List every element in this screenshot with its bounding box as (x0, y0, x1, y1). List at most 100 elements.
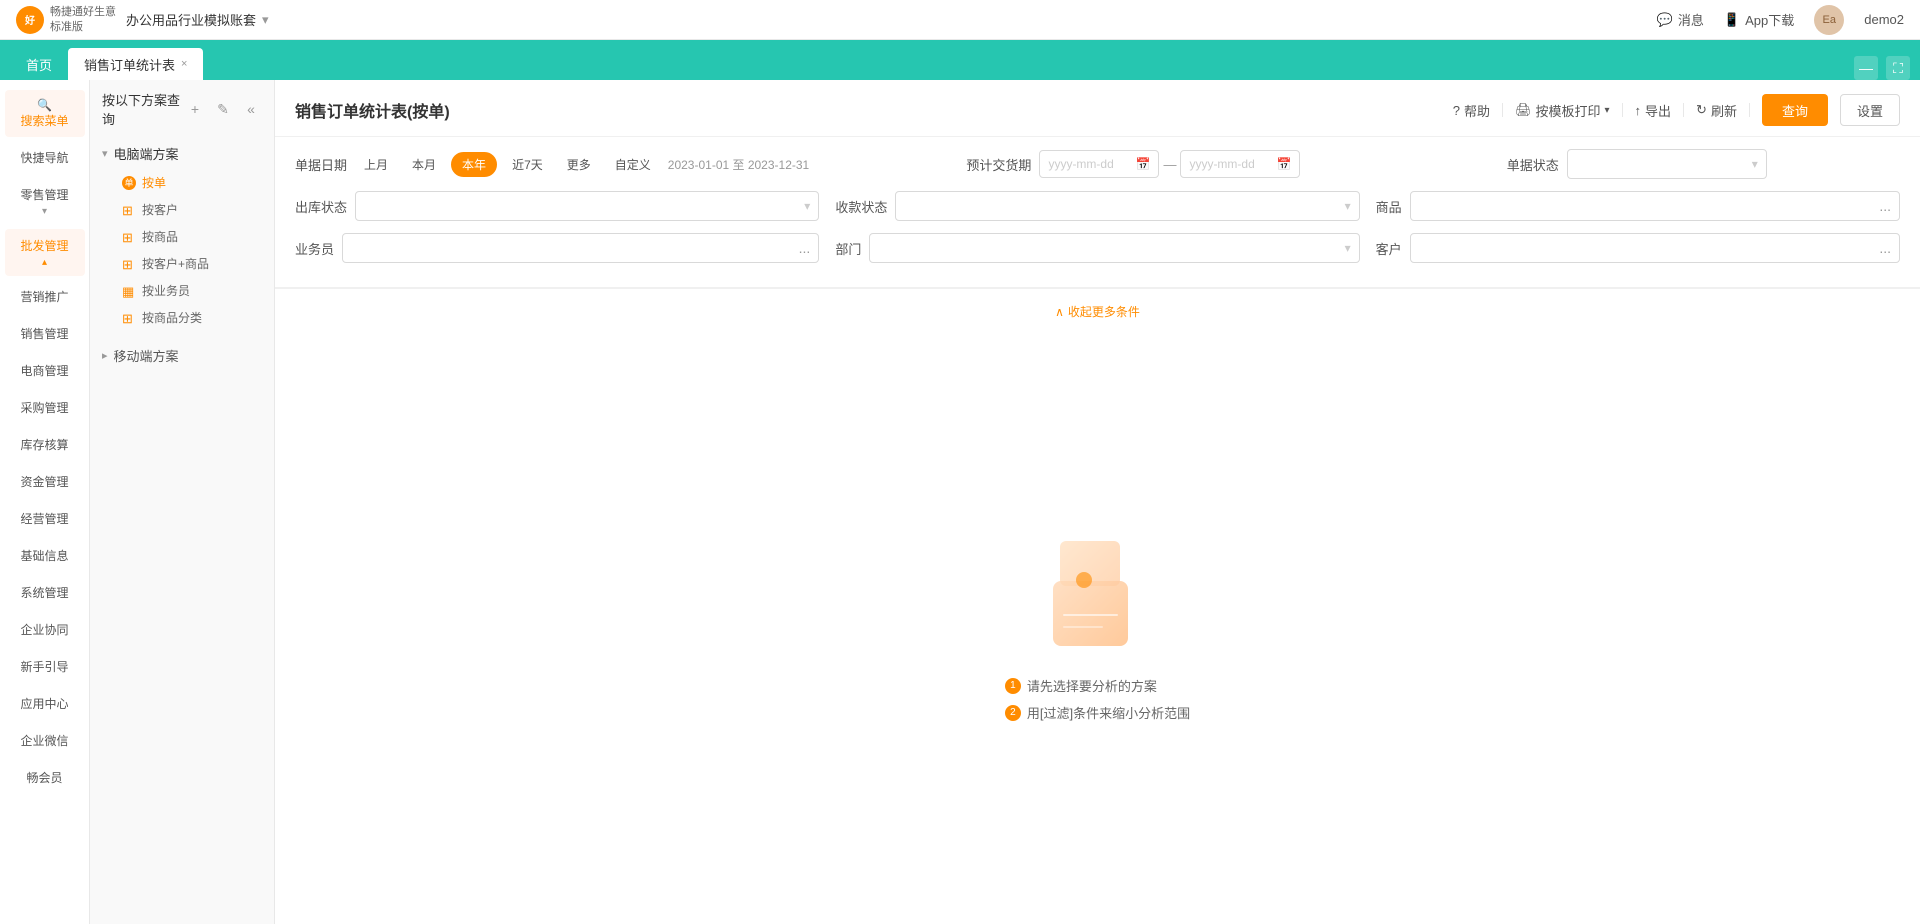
more-icon[interactable]: ... (799, 240, 811, 256)
sidebar-item-operations[interactable]: 经营管理 (5, 502, 85, 535)
bill-status-select[interactable]: ▾ (1567, 149, 1767, 179)
product-label: 商品 (1376, 197, 1402, 216)
tab-expand-button[interactable]: ⛶ (1886, 56, 1910, 80)
sidebar-item-quick-nav[interactable]: 快捷导航 (5, 141, 85, 174)
sidebar-item-enterprise-wechat[interactable]: 企业微信 (5, 724, 85, 757)
bill-status-group: 单据状态 ▾ (1507, 149, 1900, 179)
tree-item-by-order[interactable]: 单 按单 (110, 169, 274, 196)
edit-scheme-button[interactable]: ✎ (212, 98, 234, 120)
app-download-button[interactable]: 📱 App下载 (1724, 10, 1794, 29)
tree-item-by-cust-prod[interactable]: ⊞ 按客户+商品 (110, 250, 274, 277)
tab-close-icon[interactable]: × (181, 59, 187, 70)
hint-item-2: 2 用[过滤]条件来缩小分析范围 (1005, 703, 1190, 722)
tab-minimize-button[interactable]: — (1854, 56, 1878, 80)
print-button[interactable]: 🖨 按模板打印 ▾ (1515, 101, 1610, 120)
filter-row-1: 单据日期 上月 本月 本年 近7天 更多 自定义 2023-01-01 至 20… (295, 149, 1900, 179)
sidebar-item-base-info[interactable]: 基础信息 (5, 539, 85, 572)
calendar-icon: 📅 (1135, 157, 1150, 171)
sidebar-item-search-menu[interactable]: 🔍 搜索菜单 (5, 90, 85, 137)
customer-select[interactable]: ... (1410, 233, 1900, 263)
tree-parent-pc[interactable]: ▾ 电脑端方案 (90, 138, 274, 169)
sidebar-item-retail-mgmt[interactable]: 零售管理 ▾ (5, 178, 85, 225)
panel-actions: + ✎ « (184, 98, 262, 120)
tree-item-by-category[interactable]: ⊞ 按商品分类 (110, 304, 274, 331)
grid-icon: ⊞ (122, 230, 136, 244)
sidebar-item-enterprise[interactable]: 企业协同 (5, 613, 85, 646)
tab-home[interactable]: 首页 (10, 48, 68, 80)
chevron-down-icon: ▾ (102, 147, 108, 160)
tab-controls: — ⛶ (1854, 56, 1910, 80)
this-year-btn[interactable]: 本年 (451, 152, 497, 177)
salesman-select[interactable]: ... (342, 233, 819, 263)
expected-date-input-group: yyyy-mm-dd 📅 — yyyy-mm-dd 📅 (1039, 150, 1300, 178)
divider (1502, 103, 1503, 117)
help-button[interactable]: ? 帮助 (1453, 101, 1490, 120)
tree-item-by-product[interactable]: ⊞ 按商品 (110, 223, 274, 250)
sidebar-item-app-center[interactable]: 应用中心 (5, 687, 85, 720)
ship-status-select[interactable]: ▾ (355, 191, 819, 221)
sidebar-item-sales-mgmt[interactable]: 销售管理 (5, 317, 85, 350)
sidebar-item-inventory[interactable]: 库存核算 (5, 428, 85, 461)
tree-mobile-label[interactable]: ▸ 移动端方案 (102, 341, 262, 370)
header-left: 好 畅捷通好生意 标准版 办公用品行业模拟账套 ▾ (16, 5, 269, 34)
tab-bar: 首页 销售订单统计表 × — ⛶ (0, 40, 1920, 80)
expected-date-start[interactable]: yyyy-mm-dd 📅 (1039, 150, 1159, 178)
sidebar-item-new-guide[interactable]: 新手引导 (5, 650, 85, 683)
export-button[interactable]: ↑ 导出 (1635, 101, 1672, 120)
setting-button[interactable]: 设置 (1840, 94, 1900, 126)
refresh-icon: ↻ (1696, 102, 1707, 118)
payment-status-select[interactable]: ▾ (895, 191, 1359, 221)
message-button[interactable]: 💬 消息 (1657, 10, 1704, 29)
download-icon: 📱 (1724, 12, 1740, 28)
more-date-btn[interactable]: 更多 (558, 152, 600, 177)
sidebar-item-finance[interactable]: 资金管理 (5, 465, 85, 498)
this-month-btn[interactable]: 本月 (403, 152, 445, 177)
chevron-down-icon: ▾ (42, 206, 47, 217)
more-icon[interactable]: ... (1879, 240, 1891, 256)
salesman-group: 业务员 ... (295, 233, 819, 263)
sidebar-item-member[interactable]: 畅会员 (5, 761, 85, 794)
last7days-btn[interactable]: 近7天 (503, 152, 552, 177)
grid-icon: ⊞ (122, 311, 136, 325)
chevron-down-icon: ▾ (1752, 157, 1758, 171)
tree-item-by-customer[interactable]: ⊞ 按客户 (110, 196, 274, 223)
divider (1683, 103, 1684, 117)
sidebar: 🔍 搜索菜单 快捷导航 零售管理 ▾ 批发管理 ▴ 营销推广 销售管理 电商管理… (0, 80, 90, 924)
department-select[interactable]: ▾ (869, 233, 1359, 263)
expected-date-end[interactable]: yyyy-mm-dd 📅 (1180, 150, 1300, 178)
collapse-panel-button[interactable]: « (240, 98, 262, 120)
collapse-button[interactable]: ∧ 收起更多条件 (1049, 297, 1146, 326)
custom-date-btn[interactable]: 自定义 (606, 152, 660, 177)
last-month-btn[interactable]: 上月 (355, 152, 397, 177)
circle-icon: 单 (122, 176, 136, 190)
help-icon: ? (1453, 103, 1460, 118)
expected-date-group: 预计交货期 yyyy-mm-dd 📅 — yyyy-mm-dd 📅 (966, 150, 1490, 178)
ship-status-group: 出库状态 ▾ (295, 191, 819, 221)
bill-status-label: 单据状态 (1507, 155, 1559, 174)
tab-sales-order[interactable]: 销售订单统计表 × (68, 48, 203, 80)
add-scheme-button[interactable]: + (184, 98, 206, 120)
sidebar-item-purchase-mgmt[interactable]: 采购管理 (5, 391, 85, 424)
header-right: 💬 消息 📱 App下载 Ea demo2 (1657, 5, 1904, 35)
sidebar-item-wholesale-mgmt[interactable]: 批发管理 ▴ (5, 229, 85, 276)
customer-label: 客户 (1376, 239, 1402, 258)
chevron-down-icon[interactable]: ▾ (262, 12, 269, 28)
tree-section-mobile: ▸ 移动端方案 (90, 335, 274, 376)
refresh-button[interactable]: ↻ 刷新 (1696, 101, 1737, 120)
sidebar-item-marketing[interactable]: 营销推广 (5, 280, 85, 313)
right-panel: 销售订单统计表(按单) ? 帮助 🖨 按模板打印 ▾ ↑ 导出 (275, 80, 1920, 924)
filter-area: 单据日期 上月 本月 本年 近7天 更多 自定义 2023-01-01 至 20… (275, 137, 1920, 288)
username-label: demo2 (1864, 12, 1904, 27)
empty-hints: 1 请先选择要分析的方案 2 用[过滤]条件来缩小分析范围 (1005, 676, 1190, 722)
product-select[interactable]: ... (1410, 191, 1900, 221)
logo-area: 好 畅捷通好生意 标准版 (16, 5, 116, 34)
empty-state: 1 请先选择要分析的方案 2 用[过滤]条件来缩小分析范围 (275, 334, 1920, 924)
sidebar-item-system-mgmt[interactable]: 系统管理 (5, 576, 85, 609)
more-icon[interactable]: ... (1879, 198, 1891, 214)
left-panel-title: 按以下方案查询 (102, 90, 184, 128)
sidebar-item-ecommerce[interactable]: 电商管理 (5, 354, 85, 387)
query-button[interactable]: 查询 (1762, 94, 1828, 126)
avatar[interactable]: Ea (1814, 5, 1844, 35)
tree-item-by-salesman[interactable]: ▦ 按业务员 (110, 277, 274, 304)
calendar-icon: 📅 (1276, 157, 1291, 171)
